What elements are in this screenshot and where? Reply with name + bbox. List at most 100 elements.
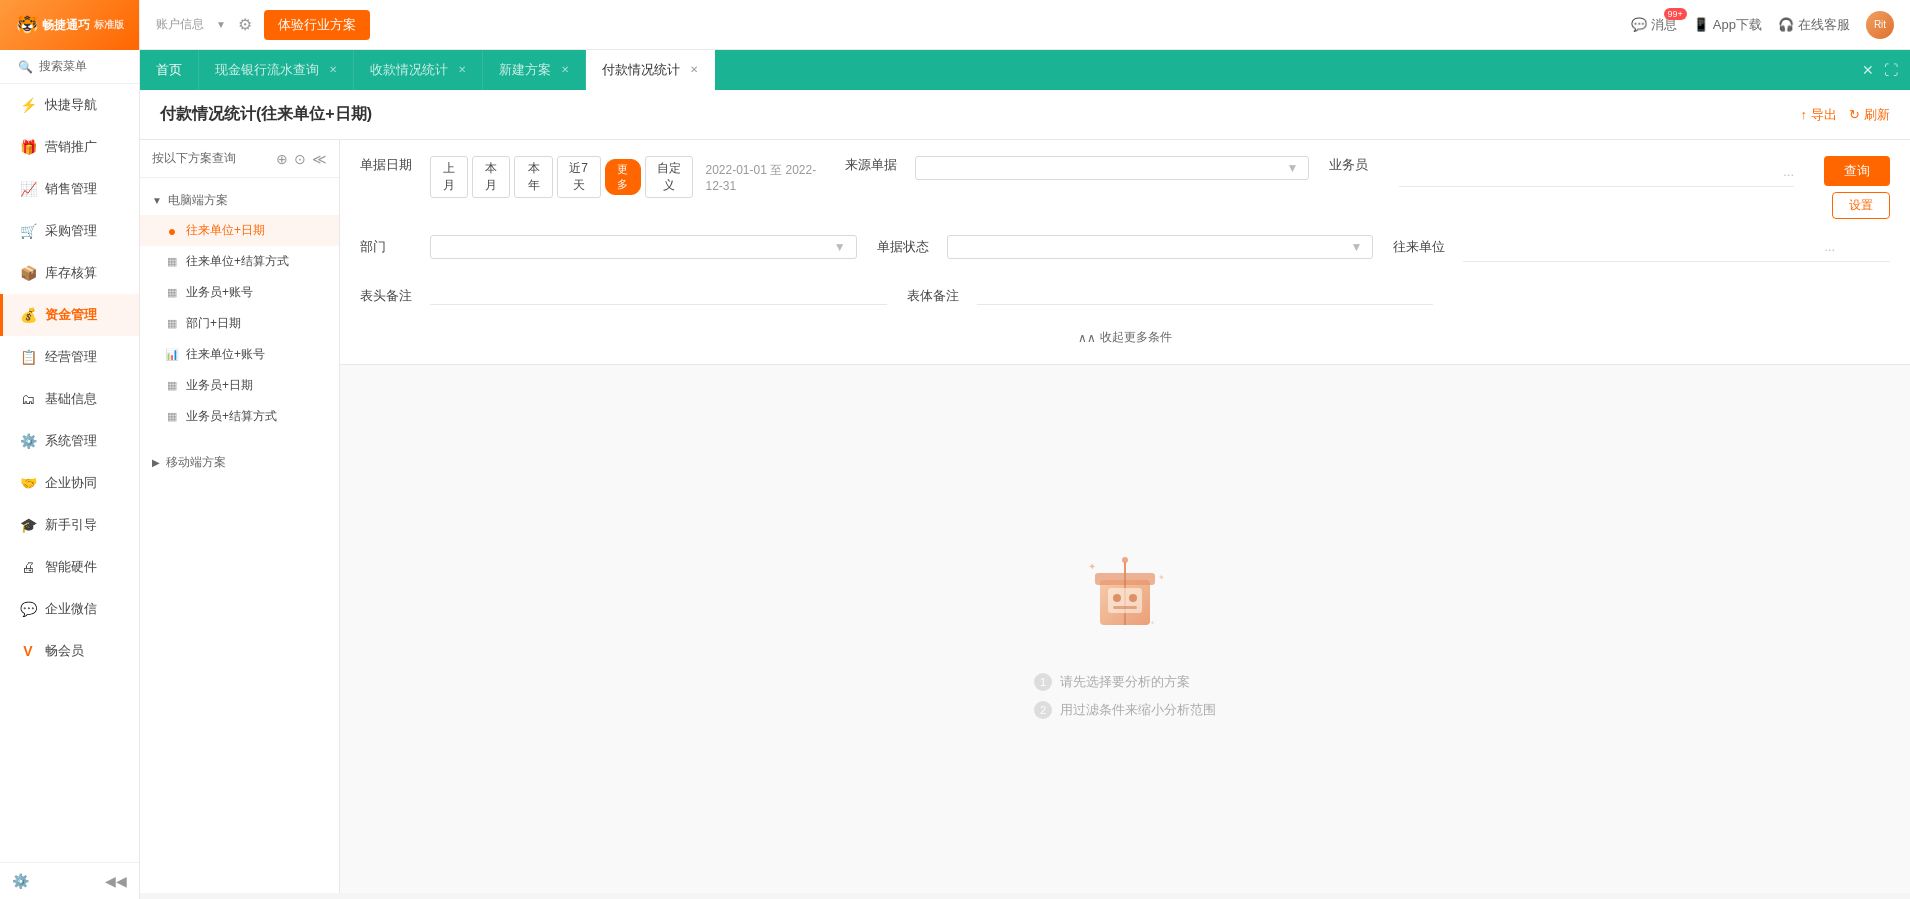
dept-select[interactable]: ▼ [430,235,857,259]
scheme-counterpart-account[interactable]: 📊 往来单位+账号 [140,339,339,370]
online-service-btn[interactable]: 🎧 在线客服 [1778,16,1850,34]
app-download-label: App下载 [1713,16,1762,34]
settings-btn[interactable]: 设置 [1832,192,1890,219]
sidebar-item-marketing[interactable]: 🎁 营销推广 [0,126,139,168]
svg-point-5 [1129,594,1137,602]
sidebar-item-operations[interactable]: 📋 经营管理 [0,336,139,378]
query-btn[interactable]: 查询 [1824,156,1890,186]
sidebar-item-capital[interactable]: 💰 资金管理 [0,294,139,336]
table-body-note-input[interactable] [977,278,1434,300]
trial-btn[interactable]: 体验行业方案 [264,10,370,40]
counterpart-input[interactable] [1463,235,1824,257]
sidebar-item-purchase[interactable]: 🛒 采购管理 [0,210,139,252]
collapse-label: 收起更多条件 [1100,329,1172,346]
tab-cash-flow-close-icon[interactable]: ✕ [329,65,337,75]
scheme-settings-icon[interactable]: ⊙ [294,151,306,167]
tab-receivable[interactable]: 收款情况统计 ✕ [354,50,483,90]
panel-collapse-icon[interactable]: ≪ [312,151,327,167]
tab-payment-stat[interactable]: 付款情况统计 ✕ [586,50,715,90]
sidebar-collapse-icon[interactable]: ◀◀ [105,873,127,889]
table-head-note-input[interactable] [430,278,887,300]
date-btn-this-year[interactable]: 本年 [514,156,552,198]
date-btn-last-month[interactable]: 上月 [430,156,468,198]
result-hint-2: 2 用过滤条件来缩小分析范围 [1034,701,1216,719]
scheme-dept-date[interactable]: ▦ 部门+日期 [140,308,339,339]
sidebar-item-sales[interactable]: 📈 销售管理 [0,168,139,210]
tabbar-fullscreen-icon[interactable]: ⛶ [1884,62,1898,78]
pc-section-title[interactable]: ▼ 电脑端方案 [140,186,339,215]
sidebar-item-hardware[interactable]: 🖨 智能硬件 [0,546,139,588]
tab-receivable-close-icon[interactable]: ✕ [458,65,466,75]
left-panel-toolbar: 按以下方案查询 ⊕ ⊙ ≪ [140,140,339,178]
scheme-salesman-settle[interactable]: ▦ 业务员+结算方式 [140,401,339,432]
hint-text-2: 用过滤条件来缩小分析范围 [1060,701,1216,719]
sidebar-item-quick-nav[interactable]: ⚡ 快捷导航 [0,84,139,126]
scheme-counterpart-date-label: 往来单位+日期 [186,222,265,239]
voucher-status-select[interactable]: ▼ [947,235,1374,259]
add-scheme-icon[interactable]: ⊕ [276,151,288,167]
collapse-more-btn[interactable]: ∧∧ 收起更多条件 [1070,321,1180,354]
mobile-section-title[interactable]: ▶ 移动端方案 [140,448,339,477]
sidebar-item-enterprise[interactable]: 🤝 企业协同 [0,462,139,504]
app-download-btn[interactable]: 📱 App下载 [1693,16,1762,34]
sidebar-item-label: 销售管理 [45,180,97,198]
tab-new-scheme-label: 新建方案 [499,61,551,79]
salesman-dots[interactable]: ... [1783,164,1794,179]
date-range-text: 2022-01-01 至 2022-12-31 [705,162,824,193]
filter-actions: 查询 设置 [1810,156,1890,219]
date-btn-this-month[interactable]: 本月 [472,156,510,198]
tab-new-scheme-close-icon[interactable]: ✕ [561,65,569,75]
tab-payment-stat-close-icon[interactable]: ✕ [690,65,698,75]
sidebar-item-label: 新手引导 [45,516,97,534]
scheme-salesman-date[interactable]: ▦ 业务员+日期 [140,370,339,401]
date-buttons: 上月 本月 本年 近7天 更多 自定义 2022-01-01 至 2022-12… [430,156,825,198]
scheme-icon: ▦ [164,254,180,270]
date-btn-7days[interactable]: 近7天 [557,156,601,198]
salesman-input[interactable] [1399,160,1783,182]
scheme-counterpart-date[interactable]: ● 往来单位+日期 [140,215,339,246]
message-btn[interactable]: 💬 消息 99+ [1631,16,1677,34]
tab-cash-flow[interactable]: 现金银行流水查询 ✕ [199,50,354,90]
date-btn-custom[interactable]: 自定义 [645,156,693,198]
sidebar-item-guide[interactable]: 🎓 新手引导 [0,504,139,546]
user-avatar[interactable]: Rit [1866,11,1894,39]
sidebar-item-label: 企业协同 [45,474,97,492]
scheme-icon: ▦ [164,316,180,332]
sidebar: 🐯 畅捷通巧 标准版 🔍 搜索菜单 ⚡ 快捷导航 🎁 营销推广 📈 销售管理 🛒… [0,0,140,899]
pc-section-label: 电脑端方案 [168,192,228,209]
tab-new-scheme[interactable]: 新建方案 ✕ [483,50,586,90]
guide-icon: 🎓 [19,516,37,534]
scheme-counterpart-settle[interactable]: ▦ 往来单位+结算方式 [140,246,339,277]
service-icon: 🎧 [1778,17,1794,32]
export-icon: ↑ [1801,107,1808,122]
counterpart-field: ... [1463,231,1890,262]
refresh-btn[interactable]: ↻ 刷新 [1849,106,1890,124]
sidebar-item-label: 库存核算 [45,264,97,282]
avatar-text: Rit [1874,19,1886,30]
sidebar-item-member[interactable]: V 畅会员 [0,630,139,672]
sidebar-item-wechat[interactable]: 💬 企业微信 [0,588,139,630]
sidebar-item-basic-info[interactable]: 🗂 基础信息 [0,378,139,420]
scheme-icon: ▦ [164,285,180,301]
date-btn-more[interactable]: 更多 [605,159,642,195]
counterpart-dots[interactable]: ... [1824,239,1835,254]
sidebar-item-system[interactable]: ⚙️ 系统管理 [0,420,139,462]
export-btn[interactable]: ↑ 导出 [1801,106,1838,124]
account-dropdown-icon[interactable]: ▼ [216,19,226,30]
tab-home-label: 首页 [156,61,182,79]
tabbar-close-all-icon[interactable]: ✕ [1862,62,1874,78]
table-head-note-field [430,274,887,305]
marketing-icon: 🎁 [19,138,37,156]
source-select[interactable]: ▼ [915,156,1310,180]
mobile-section-label: 移动端方案 [166,454,226,471]
voucher-status-label: 单据状态 [877,238,947,256]
settings-gear-icon[interactable]: ⚙️ [12,873,29,889]
tab-home[interactable]: 首页 [140,50,199,90]
scheme-salesman-account[interactable]: ▦ 业务员+账号 [140,277,339,308]
sidebar-item-inventory[interactable]: 📦 库存核算 [0,252,139,294]
filter-row-1: 单据日期 上月 本月 本年 近7天 更多 自定义 2022-01-01 至 20… [360,156,1890,219]
mobile-section-arrow: ▶ [152,457,160,468]
salesman-field: ... [1399,156,1794,187]
sidebar-search[interactable]: 🔍 搜索菜单 [0,50,139,84]
header-settings-icon[interactable]: ⚙ [238,15,252,34]
